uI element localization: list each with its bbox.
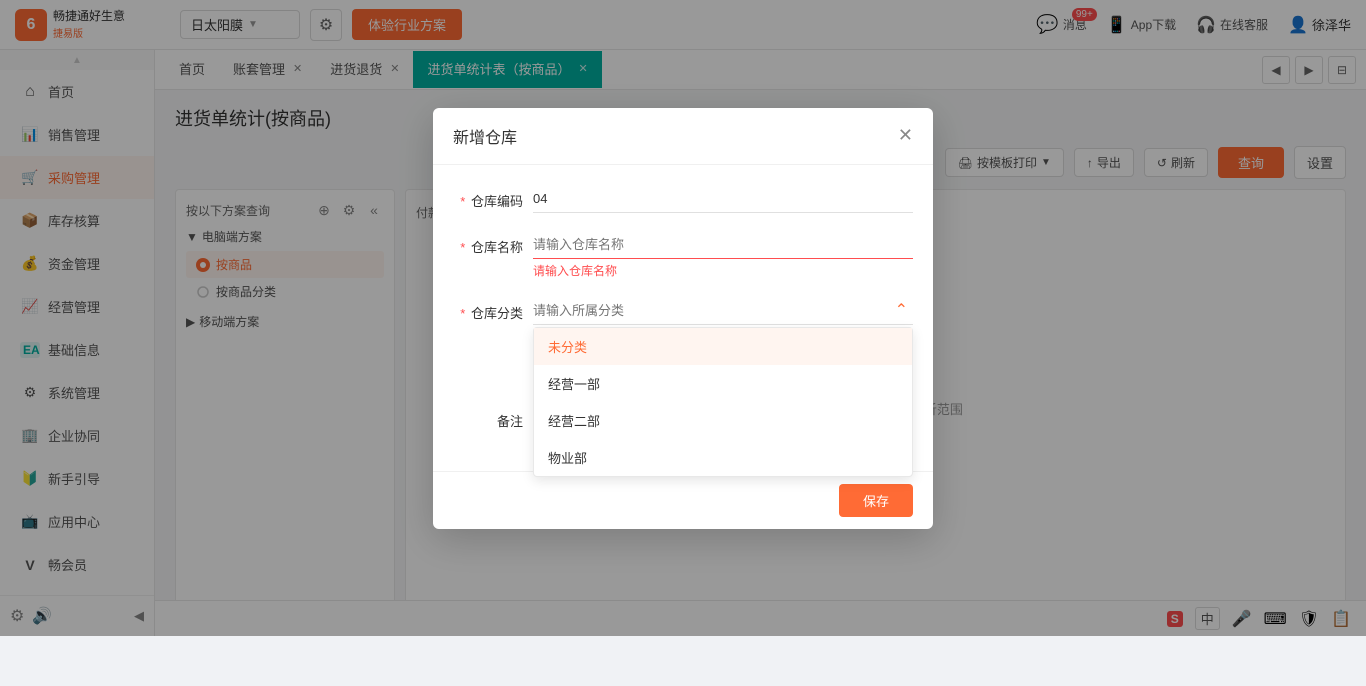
- note-label: 备注: [453, 405, 533, 430]
- dropdown-item-property[interactable]: 物业部: [534, 439, 912, 476]
- code-input-wrapper: [533, 185, 913, 213]
- dropdown-item-dept2[interactable]: 经营二部: [534, 402, 912, 439]
- dropdown-item-dept1[interactable]: 经营一部: [534, 365, 912, 402]
- warehouse-name-row: * 仓库名称 请输入仓库名称: [453, 231, 913, 279]
- name-label: * 仓库名称: [453, 231, 533, 256]
- modal-title: 新增仓库: [453, 124, 517, 148]
- modal-header: 新增仓库 ✕: [433, 108, 933, 165]
- warehouse-name-input[interactable]: [533, 231, 913, 259]
- modal-footer: 保存: [433, 471, 933, 529]
- modal-overlay: 新增仓库 ✕ * 仓库编码 * 仓库名称: [0, 0, 1366, 636]
- required-icon: *: [460, 240, 465, 255]
- modal-body: * 仓库编码 * 仓库名称 请输入仓库名称: [433, 165, 933, 471]
- required-icon: *: [460, 306, 465, 321]
- modal-close-button[interactable]: ✕: [898, 125, 913, 146]
- name-error-msg: 请输入仓库名称: [533, 262, 913, 279]
- name-input-wrapper: 请输入仓库名称: [533, 231, 913, 279]
- warehouse-category-input[interactable]: [533, 297, 890, 324]
- dropdown-item-uncategorized[interactable]: 未分类: [534, 328, 912, 365]
- category-input-wrapper: ⌃: [533, 297, 913, 325]
- warehouse-category-row: * 仓库分类 ⌃ 未分类 经营一部 经营二部 物业部: [453, 297, 913, 325]
- code-label: * 仓库编码: [453, 185, 533, 210]
- dropdown-toggle-icon[interactable]: ⌃: [890, 300, 913, 320]
- category-dropdown: 未分类 经营一部 经营二部 物业部: [533, 327, 913, 477]
- required-icon: *: [460, 194, 465, 209]
- warehouse-code-input[interactable]: [533, 185, 913, 213]
- warehouse-code-row: * 仓库编码: [453, 185, 913, 213]
- category-label: * 仓库分类: [453, 297, 533, 322]
- save-button[interactable]: 保存: [839, 484, 913, 517]
- new-warehouse-modal: 新增仓库 ✕ * 仓库编码 * 仓库名称: [433, 108, 933, 529]
- category-input-container: ⌃: [533, 297, 913, 325]
